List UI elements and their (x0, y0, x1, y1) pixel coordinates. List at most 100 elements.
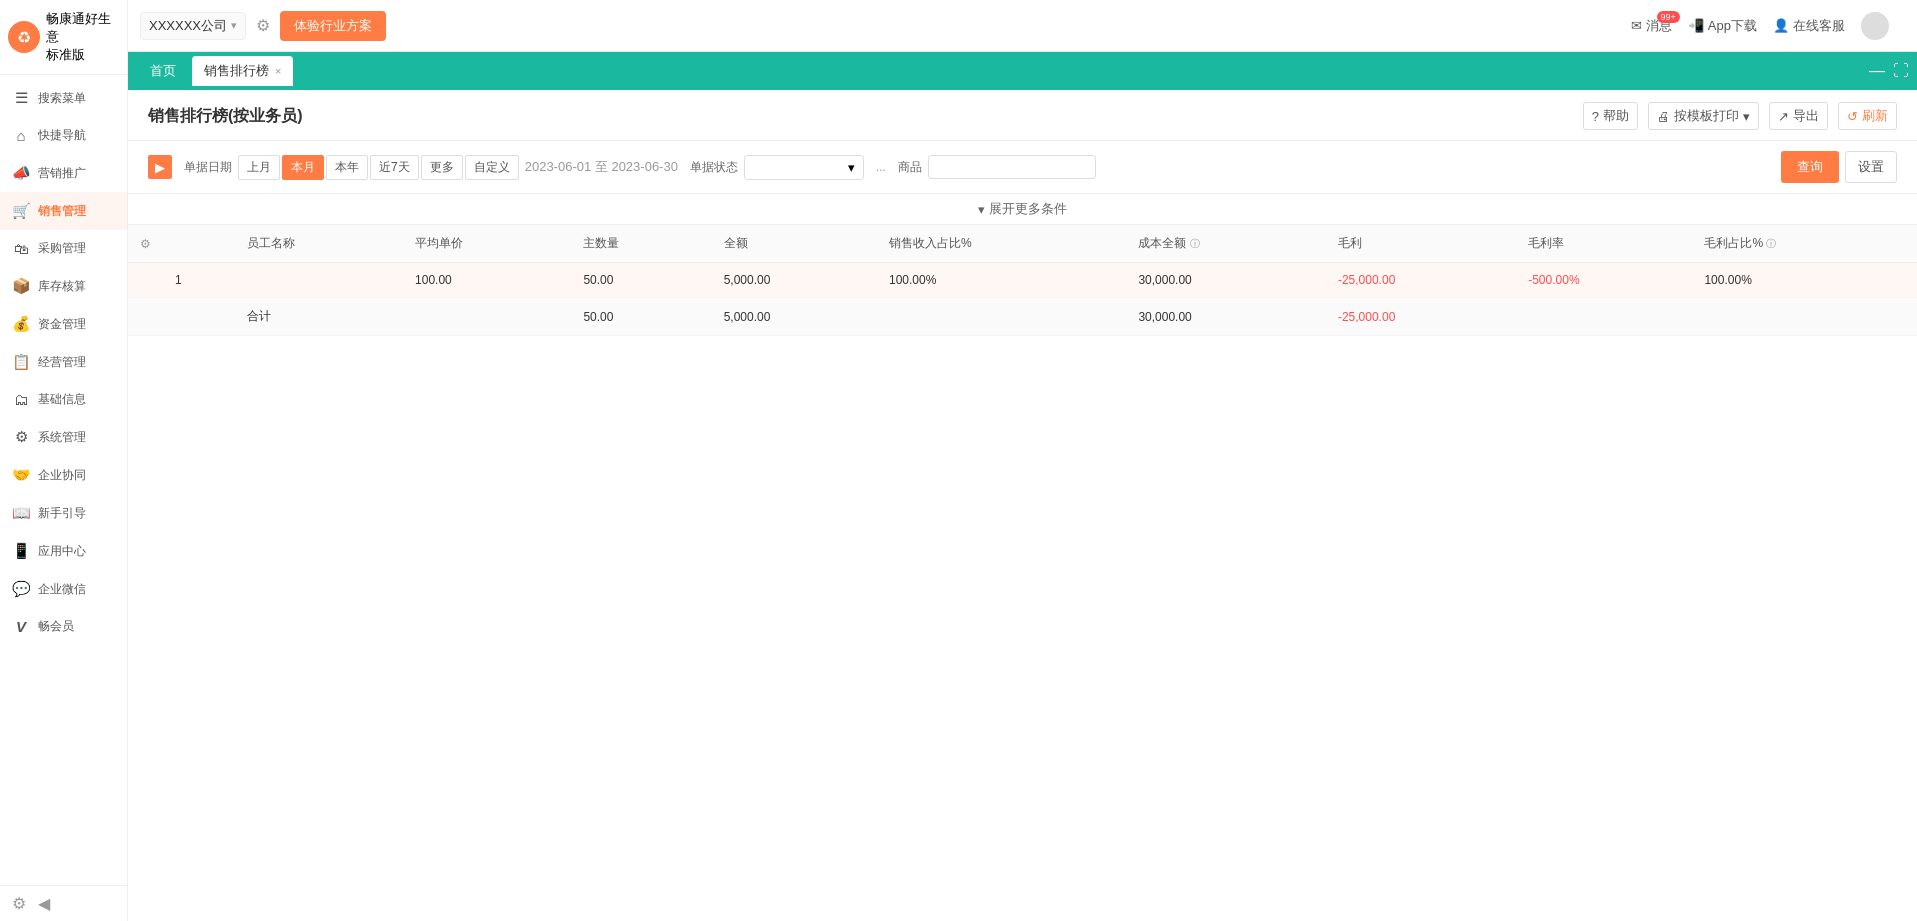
minimize-icon[interactable]: — (1869, 62, 1885, 80)
th-employee-name: 员工名称 (235, 225, 403, 263)
sidebar-item-sales[interactable]: 🛒 销售管理 (0, 192, 127, 230)
export-icon: ↗ (1778, 109, 1789, 124)
status-select[interactable]: ▾ (744, 155, 864, 180)
goods-search-input[interactable] (937, 160, 1087, 174)
footer-label: 合计 (235, 298, 403, 336)
period-custom[interactable]: 自定义 (465, 155, 519, 180)
cell-rank: 1 (163, 263, 235, 298)
gross-pct-help-icon[interactable]: ⓘ (1766, 238, 1776, 249)
date-range-display: 2023-06-01 至 2023-06-30 (525, 158, 678, 176)
help-label: 帮助 (1603, 107, 1629, 125)
trial-button[interactable]: 体验行业方案 (280, 11, 386, 41)
sidebar-item-member[interactable]: V 畅会员 (0, 608, 127, 645)
sidebar-item-label: 库存核算 (38, 278, 86, 295)
sidebar-item-label: 资金管理 (38, 316, 86, 333)
sidebar-item-label: 新手引导 (38, 505, 86, 522)
message-button[interactable]: ✉ 消息 99+ (1631, 17, 1672, 35)
avatar[interactable] (1861, 12, 1889, 40)
filter-bar: ▶ 单据日期 上月 本月 本年 近7天 更多 自定义 2023-06-01 至 … (128, 141, 1917, 194)
cell-qty: 50.00 (571, 263, 711, 298)
sales-icon: 🛒 (12, 202, 30, 220)
search-menu-icon: ☰ (12, 89, 30, 107)
sidebar-item-enterprise[interactable]: 🤝 企业协同 (0, 456, 127, 494)
period-this-year[interactable]: 本年 (326, 155, 368, 180)
th-amount: 全额 (712, 225, 877, 263)
app-download-icon: 📲 (1688, 18, 1704, 33)
basicinfo-icon: 🗂 (12, 391, 30, 408)
message-badge: 99+ (1657, 11, 1680, 23)
cost-help-icon[interactable]: ⓘ (1190, 238, 1200, 249)
date-filter-group: 单据日期 上月 本月 本年 近7天 更多 自定义 2023-06-01 至 20… (184, 155, 678, 180)
sidebar-item-guide[interactable]: 📖 新手引导 (0, 494, 127, 532)
sidebar-item-quicknav[interactable]: ⌂ 快捷导航 (0, 117, 127, 154)
tab-home[interactable]: 首页 (136, 52, 190, 90)
query-button[interactable]: 查询 (1781, 151, 1839, 183)
sidebar-item-wechat[interactable]: 💬 企业微信 (0, 570, 127, 608)
system-icon: ⚙ (12, 428, 30, 446)
tab-label: 销售排行榜 (204, 62, 269, 80)
refresh-icon: ↺ (1847, 109, 1858, 124)
filter-expand-arrow[interactable]: ▶ (148, 155, 172, 179)
th-gross: 毛利 (1326, 225, 1516, 263)
sidebar-item-finance[interactable]: 💰 资金管理 (0, 305, 127, 343)
online-service-button[interactable]: 👤 在线客服 (1773, 17, 1845, 35)
status-label: 单据状态 (690, 159, 738, 176)
company-name: XXXXXX公司 (149, 17, 227, 35)
period-more[interactable]: 更多 (421, 155, 463, 180)
help-button[interactable]: ? 帮助 (1583, 102, 1638, 130)
table-settings-button[interactable]: 设置 (1845, 151, 1897, 183)
footer-sales-pct (877, 298, 1126, 336)
logo-text: 畅康通好生意 标准版 (46, 10, 119, 64)
app-download-button[interactable]: 📲 App下载 (1688, 17, 1757, 35)
cell-gross-rate: -500.00% (1516, 263, 1692, 298)
date-range-text: 2023-06-01 至 2023-06-30 (525, 158, 678, 176)
sidebar-footer: ⚙ ◀ (0, 885, 127, 921)
tabbar-actions: — ⛶ (1869, 62, 1909, 80)
tab-sales-ranking[interactable]: 销售排行榜 × (192, 56, 293, 86)
service-label: 在线客服 (1793, 17, 1845, 35)
status-chevron-icon: ▾ (848, 160, 855, 175)
collapse-icon[interactable]: ◀ (38, 894, 50, 913)
company-selector[interactable]: XXXXXX公司 ▾ (140, 12, 246, 40)
th-gross-rate: 毛利率 (1516, 225, 1692, 263)
export-button[interactable]: ↗ 导出 (1769, 102, 1828, 130)
enterprise-icon: 🤝 (12, 466, 30, 484)
sidebar-item-search[interactable]: ☰ 搜索菜单 (0, 79, 127, 117)
sidebar-item-inventory[interactable]: 📦 库存核算 (0, 267, 127, 305)
footer-cost: 30,000.00 (1126, 298, 1326, 336)
sidebar-item-appcenter[interactable]: 📱 应用中心 (0, 532, 127, 570)
app-icon: 📱 (12, 542, 30, 560)
print-button[interactable]: 🖨 按模板打印 ▾ (1648, 102, 1759, 130)
footer-avg-price (403, 298, 571, 336)
guide-icon: 📖 (12, 504, 30, 522)
sidebar-nav: ☰ 搜索菜单 ⌂ 快捷导航 📣 营销推广 🛒 销售管理 🛍 采购管理 📦 库存核… (0, 75, 127, 885)
sidebar-item-basicinfo[interactable]: 🗂 基础信息 (0, 381, 127, 418)
period-this-month[interactable]: 本月 (282, 155, 324, 180)
expand-more-row[interactable]: ▾ 展开更多条件 (128, 194, 1917, 225)
th-settings[interactable]: ⚙ (128, 225, 163, 263)
filter-more-dots[interactable]: ... (876, 160, 886, 174)
message-icon: ✉ (1631, 18, 1642, 33)
th-rank (163, 225, 235, 263)
finance-icon: 💰 (12, 315, 30, 333)
sidebar-item-operations[interactable]: 📋 经营管理 (0, 343, 127, 381)
topbar-gear-icon[interactable]: ⚙ (256, 16, 270, 35)
refresh-button[interactable]: ↺ 刷新 (1838, 102, 1897, 130)
period-last-month[interactable]: 上月 (238, 155, 280, 180)
sidebar-item-marketing[interactable]: 📣 营销推广 (0, 154, 127, 192)
date-label: 单据日期 (184, 159, 232, 176)
logo-sub: 标准版 (46, 46, 119, 64)
page-title-row: 销售排行榜(按业务员) ? 帮助 🖨 按模板打印 ▾ ↗ 导出 (148, 102, 1897, 140)
tab-close-icon[interactable]: × (275, 65, 281, 77)
settings-icon[interactable]: ⚙ (12, 894, 26, 913)
cell-gross: -25,000.00 (1326, 263, 1516, 298)
sidebar: ♻ 畅康通好生意 标准版 ☰ 搜索菜单 ⌂ 快捷导航 📣 营销推广 🛒 销售管理… (0, 0, 128, 921)
main-content: XXXXXX公司 ▾ ⚙ 体验行业方案 ✉ 消息 99+ 📲 App下载 👤 在… (128, 0, 1917, 921)
page-header: 销售排行榜(按业务员) ? 帮助 🖨 按模板打印 ▾ ↗ 导出 (128, 90, 1917, 141)
period-7days[interactable]: 近7天 (370, 155, 419, 180)
th-gross-pct: 毛利占比% ⓘ (1692, 225, 1917, 263)
sidebar-item-purchase[interactable]: 🛍 采购管理 (0, 230, 127, 267)
sidebar-item-system[interactable]: ⚙ 系统管理 (0, 418, 127, 456)
fullscreen-icon[interactable]: ⛶ (1893, 62, 1909, 80)
goods-label: 商品 (898, 159, 922, 176)
